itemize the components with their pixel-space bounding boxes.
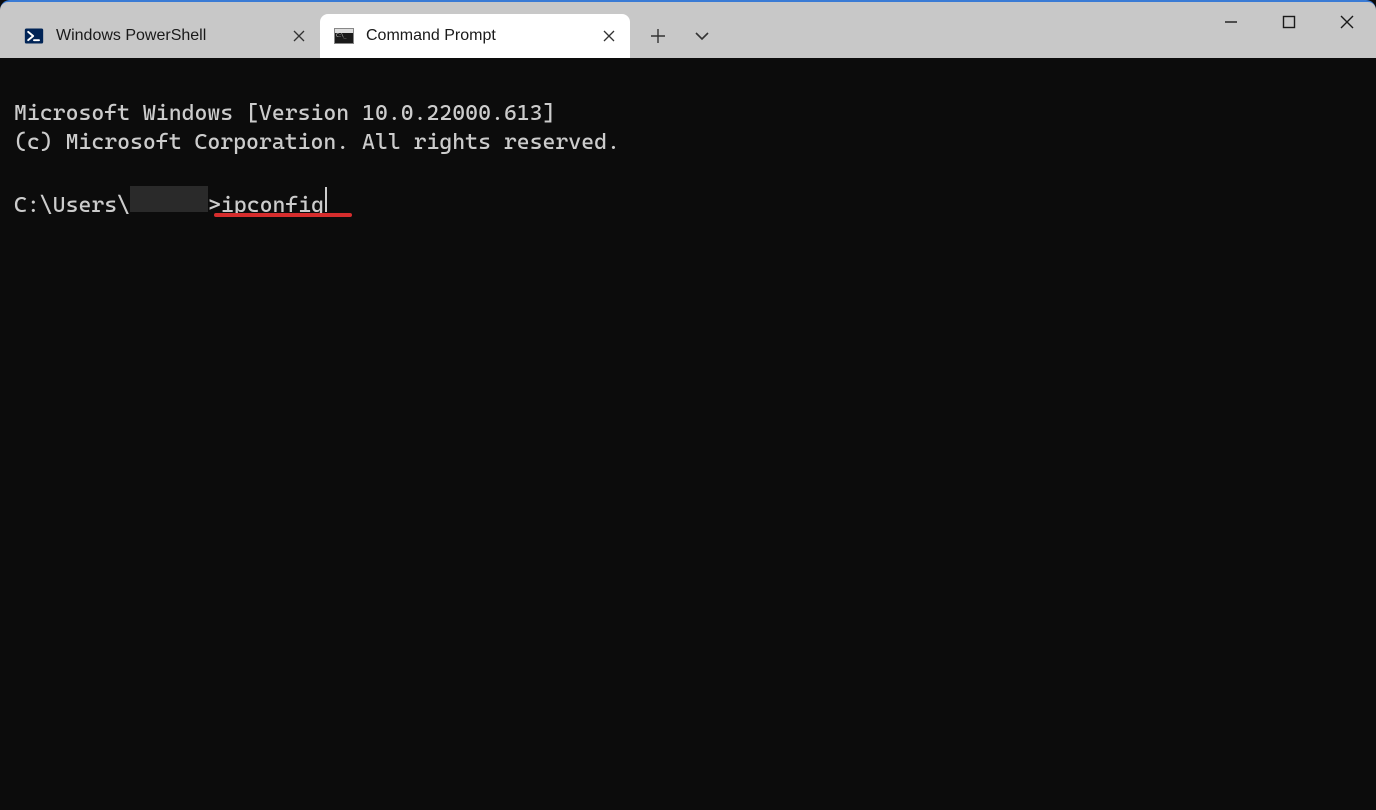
tab-command-prompt[interactable]: Command Prompt [320,14,630,58]
cmd-icon [334,26,354,46]
redacted-username [130,186,208,212]
minimize-button[interactable] [1202,2,1260,42]
maximize-button[interactable] [1260,2,1318,42]
powershell-icon [24,26,44,46]
prompt-path-prefix: C:\Users\ [14,191,130,220]
tab-close-button[interactable] [290,27,308,45]
banner-line: Microsoft Windows [Version 10.0.22000.61… [14,101,555,126]
new-tab-button[interactable] [638,18,678,54]
annotation-underline [214,213,352,217]
tab-powershell[interactable]: Windows PowerShell [10,14,320,58]
tab-toolbar [630,14,722,58]
tab-strip: Windows PowerShell Command Prompt [0,2,722,58]
window-controls [1202,2,1376,42]
text-cursor [325,187,327,212]
terminal-output[interactable]: Microsoft Windows [Version 10.0.22000.61… [0,58,1376,810]
tab-title: Command Prompt [366,27,614,45]
tab-dropdown-button[interactable] [682,18,722,54]
titlebar: Windows PowerShell Command Prompt [0,2,1376,58]
prompt-line: C:\Users\>ipconfig [14,186,1362,220]
banner-line: (c) Microsoft Corporation. All rights re… [14,130,620,155]
close-window-button[interactable] [1318,2,1376,42]
tab-close-button[interactable] [600,27,618,45]
tab-title: Windows PowerShell [56,27,304,45]
